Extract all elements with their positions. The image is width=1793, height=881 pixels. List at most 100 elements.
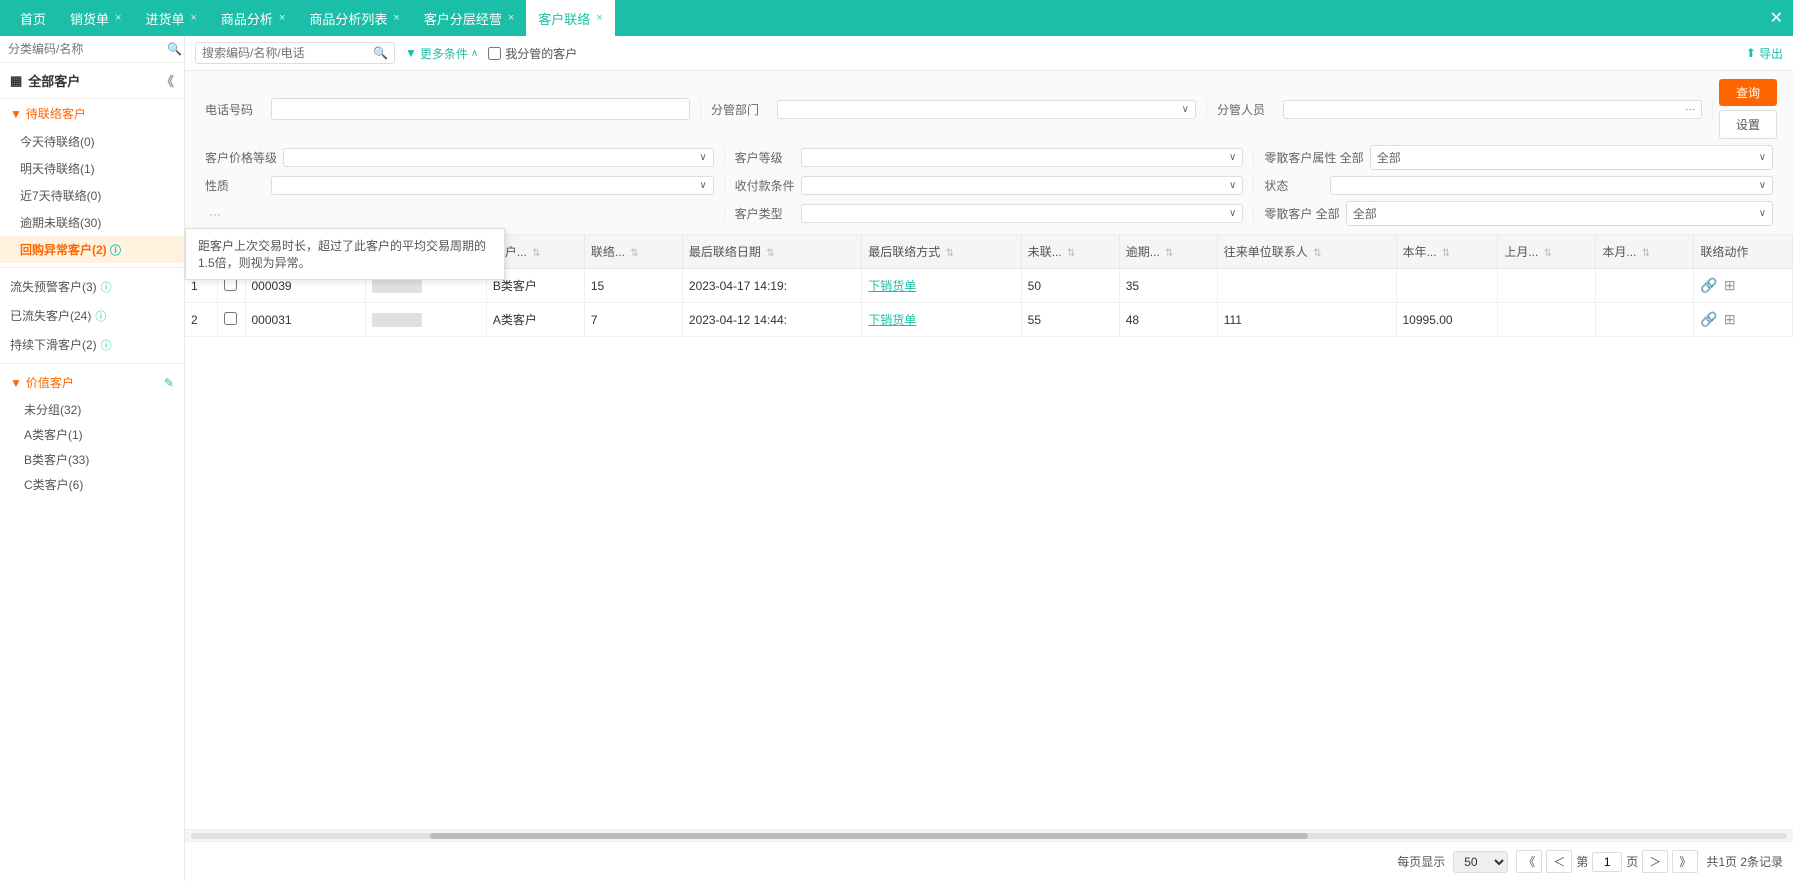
sort-method-icon: ⇅ xyxy=(946,248,954,259)
sidebar-item-lost-warning[interactable]: 流失预警客户(3) ⓘ xyxy=(0,272,184,301)
page-number-input[interactable] xyxy=(1592,852,1622,872)
my-customers-checkbox[interactable]: 我分管的客户 xyxy=(488,45,577,62)
sidebar-section-value[interactable]: ▼ 价值客户 xyxy=(10,374,74,391)
action-qr-icon[interactable]: ⊞ xyxy=(1724,277,1736,294)
close-sales-icon[interactable]: × xyxy=(115,12,121,24)
cell-uncontacted: 55 xyxy=(1021,303,1119,337)
th-this-year[interactable]: 本年... ⇅ xyxy=(1396,235,1498,269)
sidebar-search-input[interactable] xyxy=(8,42,163,56)
dept-select[interactable]: ∨ xyxy=(777,100,1196,119)
close-analysis-icon[interactable]: × xyxy=(279,12,285,24)
prev-page-button[interactable]: ＜ xyxy=(1546,850,1572,873)
sidebar-sub-c-class[interactable]: C类客户(6) xyxy=(0,472,184,497)
cell-name xyxy=(366,303,487,337)
nav-purchase[interactable]: 进货单 × xyxy=(133,0,208,36)
nav-home[interactable]: 首页 xyxy=(8,0,58,36)
adv-cell-retail-attr: 零散客户属性 全部 全部 ∨ xyxy=(1254,145,1783,170)
sidebar-section-pending[interactable]: ▼ 待联络客户 xyxy=(0,99,184,128)
action-link-icon[interactable]: 🔗 xyxy=(1700,311,1717,328)
query-button[interactable]: 查询 xyxy=(1719,79,1777,106)
th-overdue[interactable]: 逾期... ⇅ xyxy=(1119,235,1217,269)
th-last-date[interactable]: 最后联络日期 ⇅ xyxy=(682,235,861,269)
more-link[interactable]: ··· xyxy=(205,207,225,221)
sidebar-sub-a-class[interactable]: A类客户(1) xyxy=(0,422,184,447)
scroll-thumb[interactable] xyxy=(430,833,1308,839)
cell-last-date: 2023-04-12 14:44: xyxy=(682,303,861,337)
info-icon-2: ⓘ xyxy=(101,279,112,295)
cell-this-month xyxy=(1596,269,1694,303)
nav-analysis[interactable]: 商品分析 × xyxy=(209,0,297,36)
cell-code: 000031 xyxy=(245,303,366,337)
close-customer-contact-icon[interactable]: × xyxy=(596,12,602,24)
cell-actions: 🔗 ⊞ xyxy=(1694,269,1793,303)
last-method-link[interactable]: 下销货单 xyxy=(868,313,916,327)
sidebar-sub-unclassified[interactable]: 未分组(32) xyxy=(0,397,184,422)
manager-select[interactable]: ··· xyxy=(1283,100,1702,119)
sidebar-divider-1 xyxy=(0,267,184,268)
last-page-button[interactable]: 》 xyxy=(1672,850,1698,873)
price-level-select[interactable]: ∨ xyxy=(283,148,714,167)
last-method-link[interactable]: 下销货单 xyxy=(868,279,916,293)
sidebar-item-7days[interactable]: 近7天待联络(0) xyxy=(0,182,184,209)
action-link-icon[interactable]: 🔗 xyxy=(1700,277,1717,294)
retail-attr-select[interactable]: 全部 ∨ xyxy=(1370,145,1773,170)
main-layout: 🔍 ▦ 全部客户 《 ▼ 待联络客户 今天待联络(0) 明天待联络(1) 近7天… xyxy=(0,36,1793,881)
th-contact2[interactable]: 往来单位联系人 ⇅ xyxy=(1217,235,1396,269)
sidebar-item-repurchase-anomaly[interactable]: 回购异常客户(2) ⓘ xyxy=(0,236,184,263)
sidebar-collapse-button[interactable]: 《 xyxy=(161,71,174,90)
nav-analysis-list[interactable]: 商品分析列表 × xyxy=(297,0,411,36)
th-uncontacted[interactable]: 未联... ⇅ xyxy=(1021,235,1119,269)
sidebar-item-tomorrow[interactable]: 明天待联络(1) xyxy=(0,155,184,182)
sidebar-item-today[interactable]: 今天待联络(0) xyxy=(0,128,184,155)
sidebar-item-lost[interactable]: 已流失客户(24) ⓘ xyxy=(0,301,184,330)
th-this-month[interactable]: 本月... ⇅ xyxy=(1596,235,1694,269)
page-size-select[interactable]: 50 20 100 xyxy=(1453,851,1508,873)
export-button[interactable]: ⬆ 导出 xyxy=(1746,45,1783,62)
adv-cell-dept: 分管部门 ∨ xyxy=(701,100,1207,119)
sort-date-icon: ⇅ xyxy=(766,248,774,259)
adv-cell-manager: 分管人员 ··· xyxy=(1207,100,1713,119)
th-last-method[interactable]: 最后联络方式 ⇅ xyxy=(862,235,1021,269)
phone-input[interactable] xyxy=(271,98,690,120)
adv-cell-more: ··· xyxy=(195,207,725,221)
customer-level-select[interactable]: ∨ xyxy=(801,148,1244,167)
nature-select[interactable]: ∨ xyxy=(271,176,714,195)
status-select[interactable]: ∨ xyxy=(1330,176,1773,195)
first-page-button[interactable]: 《 xyxy=(1516,850,1542,873)
sidebar-search-icon[interactable]: 🔍 xyxy=(167,42,182,56)
customer-type-select[interactable]: ∨ xyxy=(801,204,1244,223)
close-purchase-icon[interactable]: × xyxy=(190,12,196,24)
nav-sales[interactable]: 销货单 × xyxy=(58,0,133,36)
horizontal-scrollbar[interactable] xyxy=(185,829,1793,841)
sort-overdue-icon: ⇅ xyxy=(1165,248,1173,259)
search-icon[interactable]: 🔍 xyxy=(373,46,388,60)
sidebar-sub-b-class[interactable]: B类客户(33) xyxy=(0,447,184,472)
close-customer-layer-icon[interactable]: × xyxy=(508,12,514,24)
payment-select[interactable]: ∨ xyxy=(801,176,1244,195)
sidebar-all-customers-label[interactable]: 全部客户 xyxy=(28,71,80,90)
more-conditions-button[interactable]: ▼ 更多条件 ∧ xyxy=(405,45,478,62)
sort-contact2-icon: ⇅ xyxy=(1313,248,1321,259)
row-checkbox[interactable] xyxy=(224,312,237,325)
action-qr-icon[interactable]: ⊞ xyxy=(1724,311,1736,328)
chevron-up-icon: ∧ xyxy=(471,48,478,59)
nav-customer-contact[interactable]: 客户联络 × xyxy=(526,0,614,36)
my-customers-check[interactable] xyxy=(488,47,501,60)
sidebar-item-overdue[interactable]: 逾期未联络(30) xyxy=(0,209,184,236)
th-last-month[interactable]: 上月... ⇅ xyxy=(1498,235,1596,269)
close-analysis-list-icon[interactable]: × xyxy=(393,12,399,24)
adv-cell-payment: 收付款条件 ∨ xyxy=(725,176,1255,195)
th-contact[interactable]: 联络... ⇅ xyxy=(584,235,682,269)
sidebar-item-declining[interactable]: 持续下滑客户(2) ⓘ xyxy=(0,330,184,359)
retail-customer-select[interactable]: 全部 ∨ xyxy=(1346,201,1773,226)
settings-button[interactable]: 设置 xyxy=(1719,110,1777,139)
search-input[interactable] xyxy=(202,46,373,60)
value-customers-edit-icon[interactable]: ✎ xyxy=(164,376,174,390)
cell-row-index: 2 xyxy=(185,303,217,337)
close-all-button[interactable]: ✕ xyxy=(1770,8,1783,28)
top-nav: 首页 销货单 × 进货单 × 商品分析 × 商品分析列表 × 客户分层经营 × … xyxy=(0,0,1793,36)
nav-customer-layer[interactable]: 客户分层经营 × xyxy=(412,0,526,36)
next-page-button[interactable]: ＞ xyxy=(1642,850,1668,873)
payment-chevron-icon: ∨ xyxy=(1229,180,1236,191)
cell-overdue: 48 xyxy=(1119,303,1217,337)
